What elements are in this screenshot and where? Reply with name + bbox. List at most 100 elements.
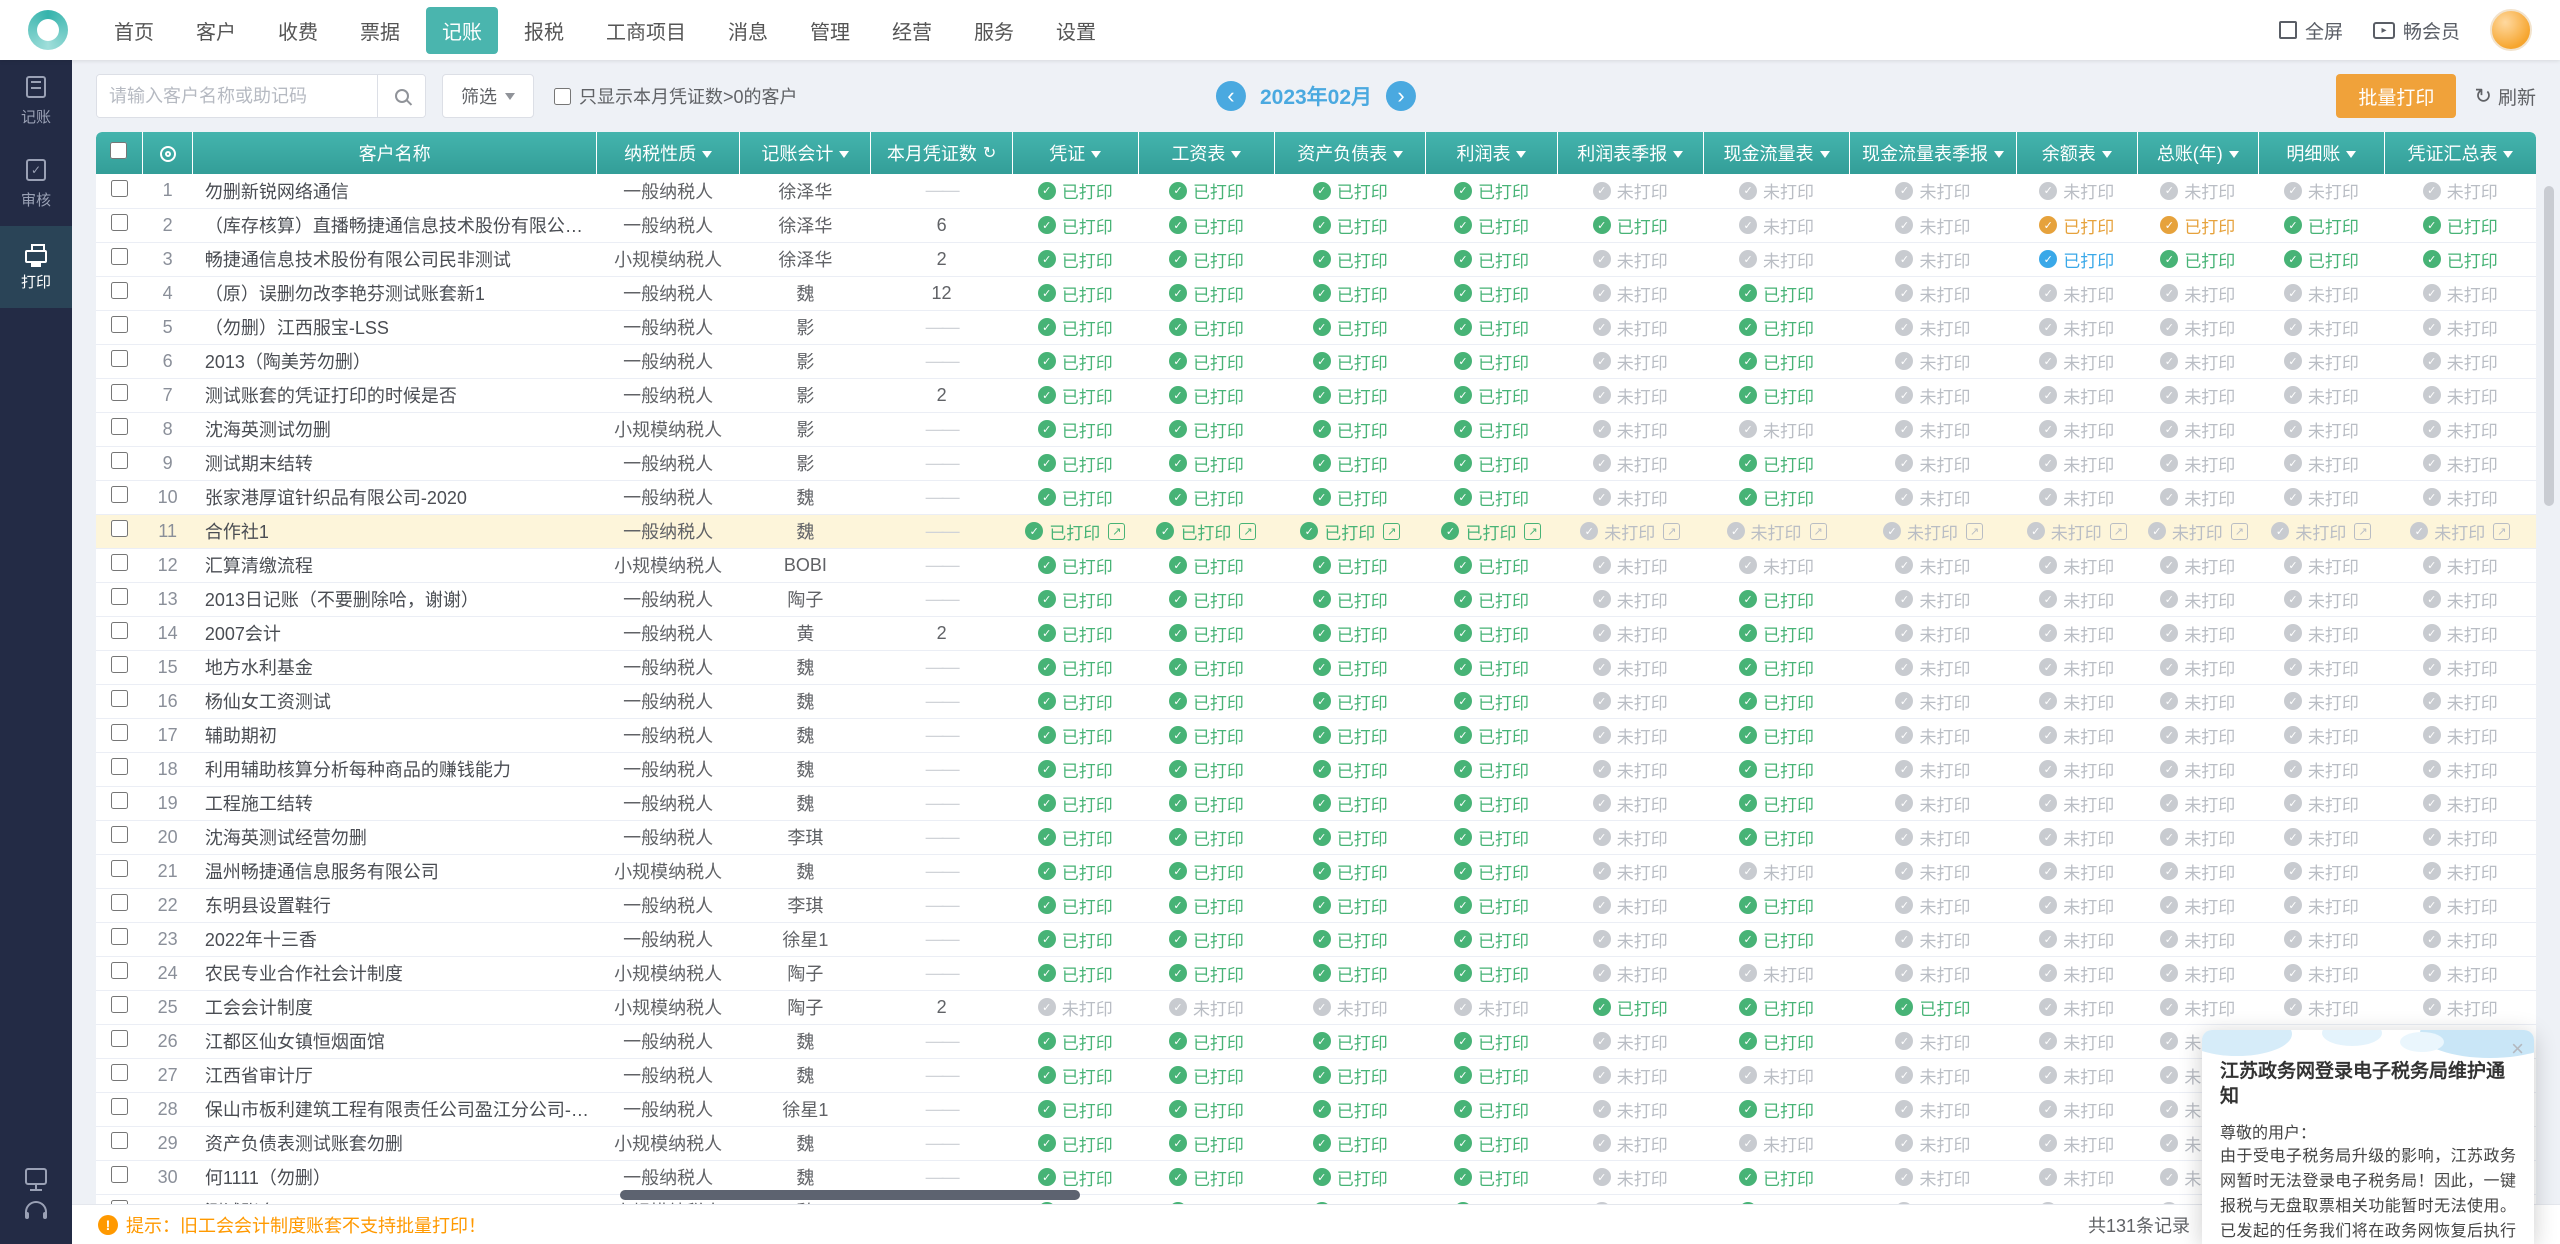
member-button[interactable]: ▸ 畅会员 xyxy=(2372,17,2460,44)
filter-icon[interactable] xyxy=(2228,150,2239,158)
customer-name[interactable]: （原）误删勿改李艳芬测试账套新1 xyxy=(192,276,597,311)
refresh-count-icon[interactable]: ↻ xyxy=(983,145,996,162)
open-report-icon[interactable]: ↗ xyxy=(1965,522,1983,540)
print-status-badge[interactable]: ✓ 已打印 ↗ xyxy=(1025,519,1126,544)
search-input[interactable] xyxy=(97,75,377,117)
nav-item-operations[interactable]: 经营 xyxy=(876,7,948,54)
open-report-icon[interactable]: ↗ xyxy=(1108,522,1126,540)
column-header-salary-sheet[interactable]: 工资表 xyxy=(1138,132,1276,174)
nav-item-business-projects[interactable]: 工商项目 xyxy=(590,7,702,54)
column-header-detail-ledger[interactable]: 明细账 xyxy=(2258,132,2385,174)
refresh-button[interactable]: ↻ 刷新 xyxy=(2474,83,2536,110)
row-checkbox[interactable] xyxy=(110,350,128,367)
nav-item-settings[interactable]: 设置 xyxy=(1040,7,1112,54)
nav-item-management[interactable]: 管理 xyxy=(794,7,866,54)
row-checkbox[interactable] xyxy=(110,758,128,775)
row-checkbox[interactable] xyxy=(110,452,128,469)
row-checkbox[interactable] xyxy=(110,554,128,571)
customer-name[interactable]: （库存核算）直播畅捷通信息技术股份有限公司chanjet（原... xyxy=(192,208,597,243)
filter-icon[interactable] xyxy=(702,150,713,158)
sidebar-item-audit[interactable]: 审核 xyxy=(0,143,72,226)
customer-name[interactable]: 江西省审计厅 xyxy=(192,1058,597,1093)
open-report-icon[interactable]: ↗ xyxy=(2109,522,2127,540)
only-with-vouchers-option[interactable]: 只显示本月凭证数>0的客户 xyxy=(554,83,798,109)
filter-icon[interactable] xyxy=(1819,150,1830,158)
row-checkbox[interactable] xyxy=(110,282,128,299)
select-all-checkbox[interactable] xyxy=(110,142,128,159)
open-report-icon[interactable]: ↗ xyxy=(1239,522,1257,540)
only-with-vouchers-checkbox[interactable] xyxy=(554,87,571,105)
row-checkbox[interactable] xyxy=(110,248,128,265)
row-checkbox[interactable] xyxy=(110,996,128,1013)
customer-name[interactable]: 2022年十三香 xyxy=(192,922,597,957)
column-header-general-ledger[interactable]: 总账(年) xyxy=(2137,132,2259,174)
filter-icon[interactable] xyxy=(2346,150,2357,158)
customer-name[interactable]: 辅助期初 xyxy=(192,718,597,753)
filter-icon[interactable] xyxy=(839,150,850,158)
customer-name[interactable]: 2013日记账（不要删除哈，谢谢） xyxy=(192,582,597,617)
customer-name[interactable]: 东明县设置鞋行 xyxy=(192,888,597,923)
next-month-button[interactable]: › xyxy=(1386,81,1417,111)
customer-name[interactable]: 温州畅捷通信息服务有限公司 xyxy=(192,854,597,889)
column-header-cashflow-quarter[interactable]: 现金流量表季报 xyxy=(1849,132,2017,174)
row-checkbox[interactable] xyxy=(110,486,128,503)
filter-icon[interactable] xyxy=(2503,150,2514,158)
column-header-voucher-count[interactable]: 本月凭证数 ↻ xyxy=(870,132,1013,174)
customer-name[interactable]: 测试期末结转 xyxy=(192,446,597,481)
column-header-balance-sheet[interactable]: 资产负债表 xyxy=(1274,132,1427,174)
row-checkbox[interactable] xyxy=(110,826,128,843)
row-checkbox[interactable] xyxy=(110,656,128,673)
customer-name[interactable]: 张家港厚谊针织品有限公司-2020 xyxy=(192,480,597,515)
customer-name[interactable]: 2007会计 xyxy=(192,616,597,651)
popup-close-icon[interactable]: × xyxy=(2511,1036,2524,1062)
filter-icon[interactable] xyxy=(1091,150,1102,158)
print-status-badge[interactable]: ✓ 未打印 ↗ xyxy=(1726,519,1827,544)
row-checkbox[interactable] xyxy=(110,690,128,707)
column-header-cashflow[interactable]: 现金流量表 xyxy=(1703,132,1851,174)
customer-name[interactable]: 何1111（勿删） xyxy=(192,1160,597,1195)
print-status-badge[interactable]: ✓ 已打印 ↗ xyxy=(1300,519,1401,544)
open-report-icon[interactable]: ↗ xyxy=(2354,522,2372,540)
row-checkbox[interactable] xyxy=(110,1166,128,1183)
print-status-badge[interactable]: ✓ 未打印 ↗ xyxy=(2026,519,2127,544)
customer-name[interactable]: （勿删）江西服宝-LSS xyxy=(192,310,597,345)
customer-name[interactable]: 江都区仙女镇恒烟面馆 xyxy=(192,1024,597,1059)
row-checkbox[interactable] xyxy=(110,1098,128,1115)
print-status-badge[interactable]: ✓ 未打印 ↗ xyxy=(2271,519,2372,544)
customer-name[interactable]: 合作社1 xyxy=(192,514,597,549)
column-header-balance[interactable]: 余额表 xyxy=(2016,132,2138,174)
workstation-icon[interactable] xyxy=(25,1168,47,1185)
nav-item-messages[interactable]: 消息 xyxy=(712,7,784,54)
row-checkbox[interactable] xyxy=(110,962,128,979)
row-checkbox[interactable] xyxy=(110,1132,128,1149)
fullscreen-button[interactable]: 全屏 xyxy=(2278,17,2343,44)
nav-item-tax[interactable]: 报税 xyxy=(508,7,580,54)
support-icon[interactable] xyxy=(25,1201,47,1219)
customer-name[interactable]: 工会会计制度 xyxy=(192,990,597,1025)
print-status-badge[interactable]: ✓ 已打印 ↗ xyxy=(1441,519,1542,544)
filter-icon[interactable] xyxy=(1231,150,1242,158)
customer-name[interactable]: 畅捷通信息技术股份有限公司民非测试 xyxy=(192,242,597,277)
row-checkbox[interactable] xyxy=(110,1064,128,1081)
column-header-profit-quarter[interactable]: 利润表季报 xyxy=(1557,132,1704,174)
column-header-voucher[interactable]: 凭证 xyxy=(1012,132,1139,174)
sidebar-item-print[interactable]: 打印 xyxy=(0,226,72,308)
column-header-voucher-summary[interactable]: 凭证汇总表 xyxy=(2384,132,2536,174)
customer-name[interactable]: 勿删新锐网络通信 xyxy=(192,174,597,209)
print-status-badge[interactable]: ✓ 已打印 ↗ xyxy=(1156,519,1257,544)
avatar[interactable] xyxy=(2490,9,2532,51)
customer-name[interactable]: 工程施工结转 xyxy=(192,786,597,821)
column-header-profit-sheet[interactable]: 利润表 xyxy=(1425,132,1558,174)
open-report-icon[interactable]: ↗ xyxy=(1383,522,1401,540)
row-checkbox[interactable] xyxy=(110,179,128,197)
customer-name[interactable]: 利用辅助核算分析每种商品的赚钱能力 xyxy=(192,752,597,787)
print-status-badge[interactable]: ✓ 未打印 ↗ xyxy=(1580,519,1681,544)
nav-item-services[interactable]: 服务 xyxy=(958,7,1030,54)
nav-item-charge[interactable]: 收费 xyxy=(262,7,334,54)
print-status-badge[interactable]: ✓ 未打印 ↗ xyxy=(2410,519,2511,544)
horizontal-scrollbar[interactable] xyxy=(620,1190,1080,1200)
nav-item-customer[interactable]: 客户 xyxy=(180,7,252,54)
print-status-badge[interactable]: ✓ 未打印 ↗ xyxy=(2147,519,2248,544)
filter-icon[interactable] xyxy=(1993,150,2004,158)
gear-icon[interactable] xyxy=(159,145,176,162)
